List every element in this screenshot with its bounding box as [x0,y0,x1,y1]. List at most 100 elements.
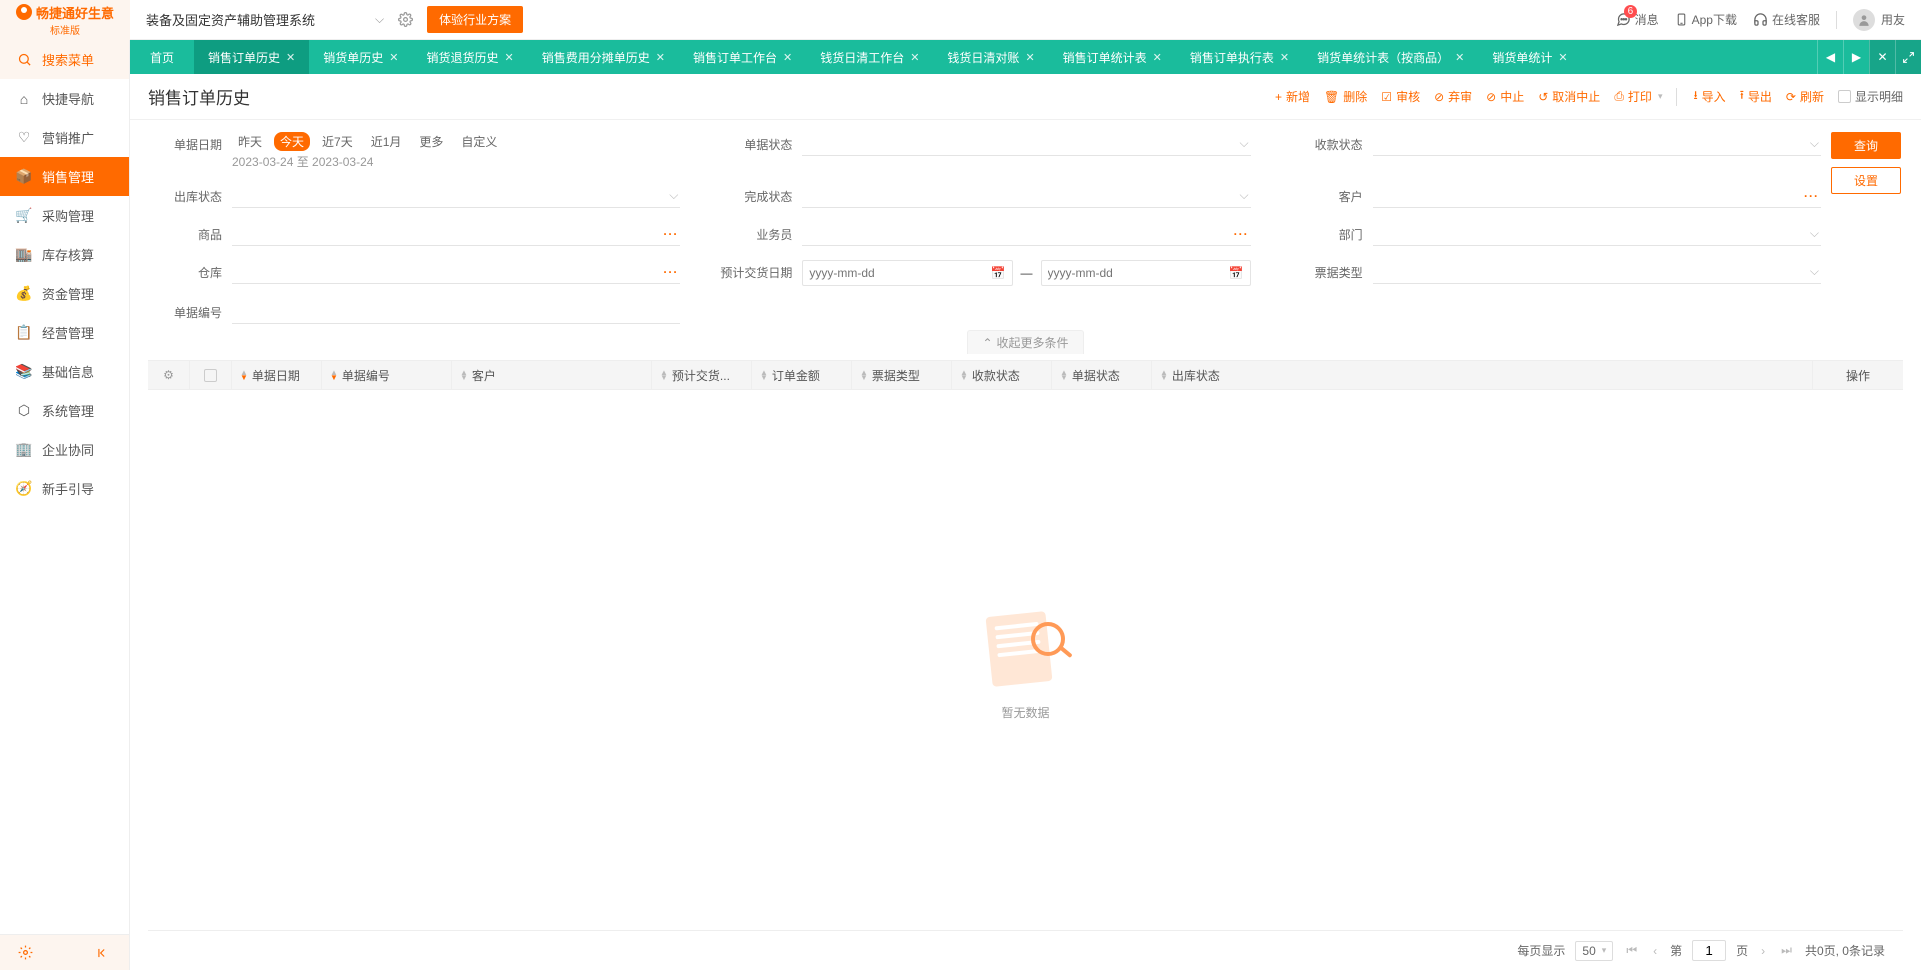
date-chip-4[interactable]: 更多 [413,132,449,151]
tab-3[interactable]: 销售费用分摊单历史✕ [528,40,679,74]
action-import[interactable]: ⭳导入 [1693,86,1725,107]
sidebar-item-1[interactable]: ♡营销推广 [0,118,129,157]
tab-6[interactable]: 钱货日清对账✕ [933,40,1048,74]
date-chip-3[interactable]: 近1月 [365,132,408,151]
action-print[interactable]: ⎙打印▾ [1614,88,1662,105]
tab-9[interactable]: 销货单统计表（按商品）✕ [1303,40,1478,74]
query-button[interactable]: 查询 [1831,132,1901,159]
page-last[interactable]: ⏭ [1778,943,1795,958]
th-3[interactable]: ▲▼预计交货... [652,361,752,389]
product-picker[interactable]: ··· [232,222,680,246]
sidebar-search[interactable]: 搜索菜单 [0,40,129,79]
close-icon[interactable]: ✕ [910,51,919,64]
tab-1[interactable]: 销货单历史✕ [309,40,412,74]
sidebar-item-5[interactable]: 💰资金管理 [0,274,129,313]
page-first[interactable]: ⏮ [1623,943,1640,958]
warehouse-picker[interactable]: ··· [232,260,680,284]
industry-plan-button[interactable]: 体验行业方案 [427,6,523,33]
sidebar-item-4[interactable]: 🏬库存核算 [0,235,129,274]
dept-select[interactable]: ⌵ [1373,222,1821,246]
tab-home[interactable]: 首页 [130,40,194,74]
app-download-button[interactable]: App下载 [1675,11,1737,28]
tabs-scroll-right[interactable]: ▶ [1843,40,1869,74]
close-icon[interactable]: ✕ [1455,51,1464,64]
deliver-date-to[interactable]: 📅 [1041,260,1251,286]
action-delete[interactable]: 🗑删除 [1324,88,1367,105]
date-chip-0[interactable]: 昨天 [232,132,268,151]
close-icon[interactable]: ✕ [1558,51,1567,64]
settings-button[interactable]: 设置 [1831,167,1901,194]
tab-4[interactable]: 销售订单工作台✕ [679,40,806,74]
close-icon[interactable]: ✕ [389,51,398,64]
tab-5[interactable]: 钱货日清工作台✕ [806,40,933,74]
th-5[interactable]: ▲▼票据类型 [852,361,952,389]
logo[interactable]: 畅捷通好生意 标准版 [0,0,130,40]
action-add[interactable]: +新增 [1275,88,1310,105]
tab-7[interactable]: 销售订单统计表✕ [1049,40,1176,74]
action-refresh[interactable]: ⟳刷新 [1786,88,1824,105]
tab-8[interactable]: 销售订单执行表✕ [1176,40,1303,74]
tab-0[interactable]: 销售订单历史✕ [194,40,309,74]
sidebar-item-2[interactable]: 📦销售管理 [0,157,129,196]
sidebar-item-6[interactable]: 📋经营管理 [0,313,129,352]
close-icon[interactable]: ✕ [505,51,514,64]
action-export[interactable]: ⭱导出 [1740,86,1772,107]
doc-no-input[interactable] [232,300,680,324]
done-status-select[interactable]: ⌵ [802,184,1250,208]
close-icon[interactable]: ✕ [783,51,792,64]
close-icon[interactable]: ✕ [1280,51,1289,64]
date-chip-1[interactable]: 今天 [274,132,310,151]
doc-status-select[interactable]: ⌵ [802,132,1250,156]
close-icon[interactable]: ✕ [1025,51,1034,64]
page-prev[interactable]: ‹ [1650,944,1660,958]
customer-picker[interactable]: ··· [1373,184,1821,208]
table-settings[interactable]: ⚙ [148,361,190,389]
table-select-all[interactable] [190,361,232,389]
tabs-fullscreen[interactable] [1895,40,1921,74]
close-icon[interactable]: ✕ [656,51,665,64]
system-settings-icon[interactable] [398,12,413,27]
deliver-date-from[interactable]: 📅 [802,260,1012,286]
action-stop[interactable]: ⊘中止 [1486,88,1524,105]
pay-status-select[interactable]: ⌵ [1373,132,1821,156]
action-abandon[interactable]: ⊘弃审 [1434,88,1472,105]
sidebar-item-0[interactable]: ⌂快捷导航 [0,79,129,118]
close-icon[interactable]: ✕ [1153,51,1162,64]
th-2[interactable]: ▲▼客户 [452,361,652,389]
th-0[interactable]: ▲▼单据日期 [232,361,322,389]
online-service-button[interactable]: 在线客服 [1753,11,1820,28]
sidebar-item-9[interactable]: 🏢企业协同 [0,430,129,469]
salesman-picker[interactable]: ··· [802,222,1250,246]
sidebar-item-10[interactable]: 🧭新手引导 [0,469,129,508]
user-name[interactable]: 用友 [1881,11,1905,28]
system-select-icon[interactable]: ⌵ [375,12,384,27]
sidebar-collapse-icon[interactable] [95,946,111,960]
page-input[interactable] [1692,940,1726,961]
th-8[interactable]: ▲▼出库状态 [1152,361,1813,389]
ticket-type-select[interactable]: ⌵ [1373,260,1821,284]
tab-10[interactable]: 销货单统计✕ [1478,40,1581,74]
action-audit[interactable]: ☑审核 [1381,88,1420,105]
collapse-filters[interactable]: ⌃收起更多条件 [130,324,1921,360]
sidebar-item-7[interactable]: 📚基础信息 [0,352,129,391]
tabs-close-all[interactable]: ✕ [1869,40,1895,74]
close-icon[interactable]: ✕ [286,51,295,64]
th-1[interactable]: ▲▼单据编号 [322,361,452,389]
th-6[interactable]: ▲▼收款状态 [952,361,1052,389]
tabs-scroll-left[interactable]: ◀ [1817,40,1843,74]
date-chip-2[interactable]: 近7天 [316,132,359,151]
sidebar-item-3[interactable]: 🛒采购管理 [0,196,129,235]
messages-button[interactable]: 6 消息 [1616,11,1659,28]
sidebar-item-8[interactable]: ⬡系统管理 [0,391,129,430]
th-4[interactable]: ▲▼订单金额 [752,361,852,389]
show-detail-checkbox[interactable]: 显示明细 [1838,88,1903,105]
date-chip-5[interactable]: 自定义 [455,132,503,151]
out-status-select[interactable]: ⌵ [232,184,680,208]
th-7[interactable]: ▲▼单据状态 [1052,361,1152,389]
sidebar-settings-icon[interactable] [18,945,33,960]
page-next[interactable]: › [1758,944,1768,958]
tab-2[interactable]: 销货退货历史✕ [412,40,527,74]
avatar[interactable] [1853,9,1875,31]
action-unstop[interactable]: ↺取消中止 [1538,88,1600,105]
page-size-select[interactable]: 50▾ [1575,941,1613,961]
